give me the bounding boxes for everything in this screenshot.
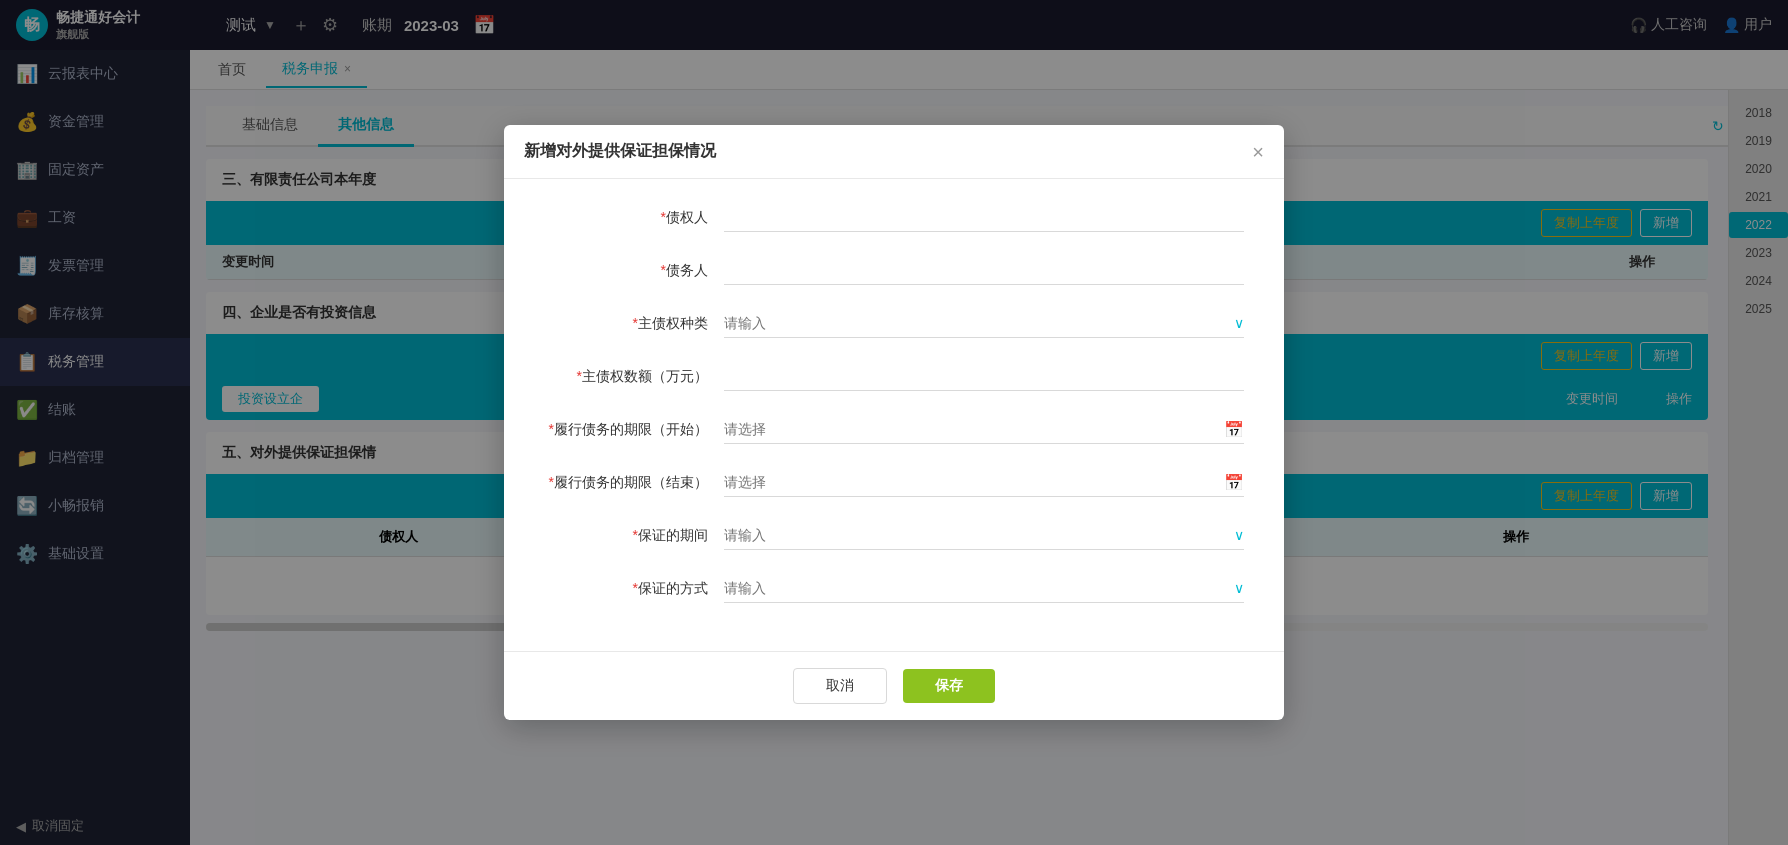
save-btn[interactable]: 保存 [903,669,995,703]
select-guarantee-method[interactable]: ∨ [724,574,1244,603]
input-claim-type[interactable] [724,309,1234,337]
input-creditor[interactable] [724,203,1244,232]
calendar-start-icon[interactable]: 📅 [1224,420,1244,439]
form-row-claim-type: *主债权种类 ∨ [544,309,1244,338]
label-guarantee-period: *保证的期间 [544,527,724,545]
form-row-debtor: *债务人 [544,256,1244,285]
form-row-guarantee-period: *保证的期间 ∨ [544,521,1244,550]
date-duty-start[interactable]: 📅 [724,415,1244,444]
label-claim-amount: *主债权数额（万元） [544,368,724,386]
input-claim-amount[interactable] [724,362,1244,391]
modal-header: 新增对外提供保证担保情况 × [504,125,1284,179]
modal-footer: 取消 保存 [504,651,1284,720]
input-duty-end[interactable] [724,468,1224,496]
dropdown-guarantee-method-icon[interactable]: ∨ [1234,580,1244,596]
label-debtor: *债务人 [544,262,724,280]
date-duty-end[interactable]: 📅 [724,468,1244,497]
modal-title: 新增对外提供保证担保情况 [524,141,716,162]
input-duty-start[interactable] [724,415,1224,443]
form-row-duty-start: *履行债务的期限（开始） 📅 [544,415,1244,444]
dropdown-claim-type-icon[interactable]: ∨ [1234,315,1244,331]
label-guarantee-method: *保证的方式 [544,580,724,598]
label-duty-end: *履行债务的期限（结束） [544,474,724,492]
form-row-claim-amount: *主债权数额（万元） [544,362,1244,391]
label-duty-start: *履行债务的期限（开始） [544,421,724,439]
modal-overlay: 新增对外提供保证担保情况 × *债权人 *债务人 *主债权种类 [0,0,1788,845]
select-claim-type[interactable]: ∨ [724,309,1244,338]
calendar-end-icon[interactable]: 📅 [1224,473,1244,492]
cancel-btn[interactable]: 取消 [793,668,887,704]
input-guarantee-method[interactable] [724,574,1234,602]
modal-close-btn[interactable]: × [1252,142,1264,162]
label-creditor: *债权人 [544,209,724,227]
modal-body: *债权人 *债务人 *主债权种类 ∨ [504,179,1284,651]
label-claim-type: *主债权种类 [544,315,724,333]
input-guarantee-period[interactable] [724,521,1234,549]
form-row-duty-end: *履行债务的期限（结束） 📅 [544,468,1244,497]
input-debtor[interactable] [724,256,1244,285]
modal-dialog: 新增对外提供保证担保情况 × *债权人 *债务人 *主债权种类 [504,125,1284,720]
select-guarantee-period[interactable]: ∨ [724,521,1244,550]
dropdown-guarantee-period-icon[interactable]: ∨ [1234,527,1244,543]
form-row-creditor: *债权人 [544,203,1244,232]
form-row-guarantee-method: *保证的方式 ∨ [544,574,1244,603]
